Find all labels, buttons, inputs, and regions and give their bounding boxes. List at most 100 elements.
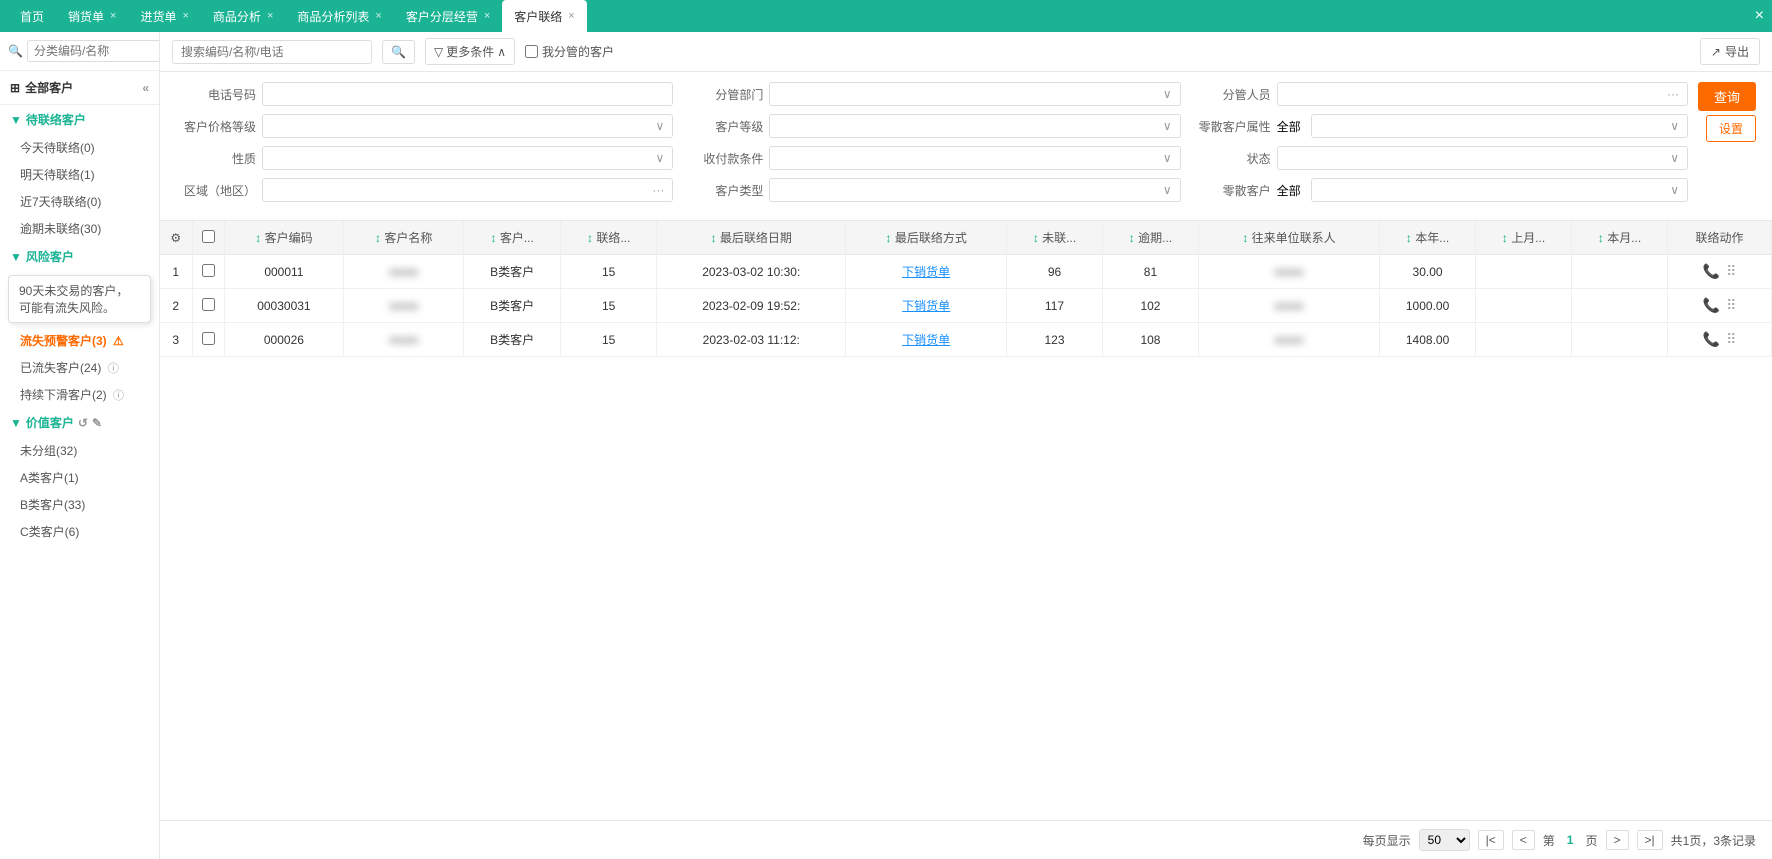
tab-bar: 首页 销货单 × 进货单 × 商品分析 × 商品分析列表 × 客户分层经营 × … [0, 0, 1772, 32]
collapse-btn[interactable]: « [142, 81, 149, 95]
refresh-icon[interactable]: ↺ [78, 416, 88, 430]
zero-attr-select[interactable]: ∨ [1311, 114, 1688, 138]
row-last-method[interactable]: 下销货单 [846, 255, 1007, 289]
sidebar-item-churned[interactable]: 已流失客户(24) ⓘ [0, 354, 159, 381]
phone-action-icon[interactable]: 📞 [1703, 297, 1720, 314]
last-page-btn[interactable]: >| [1637, 830, 1663, 850]
sidebar-item-b-class[interactable]: B类客户(33) [0, 491, 159, 518]
cust-type-select[interactable]: ∨ [769, 178, 1180, 202]
export-button[interactable]: ↗ 导出 [1700, 38, 1760, 65]
sidebar-item-tomorrow[interactable]: 明天待联络(1) [0, 161, 159, 188]
tab-close-customer-tier[interactable]: × [484, 10, 490, 22]
row-last-method[interactable]: 下销货单 [846, 323, 1007, 357]
cust-level-select[interactable]: ∨ [769, 114, 1180, 138]
sidebar-group-pending[interactable]: ▼ 待联络客户 [0, 105, 159, 134]
arrow-icon: ▼ [10, 113, 22, 127]
phone-action-icon[interactable]: 📞 [1703, 263, 1720, 280]
col-action: 联络动作 [1668, 221, 1772, 255]
search-btn-icon: 🔍 [391, 45, 406, 59]
row-select-checkbox[interactable] [202, 298, 215, 311]
more-action-icon[interactable]: ⠿ [1726, 331, 1736, 348]
sidebar-item-a-class[interactable]: A类客户(1) [0, 464, 159, 491]
tab-bar-close[interactable]: × [1755, 7, 1764, 25]
tab-product-analysis[interactable]: 商品分析 × [201, 0, 285, 32]
phone-input[interactable] [262, 82, 673, 106]
sidebar-item-week[interactable]: 近7天待联络(0) [0, 188, 159, 215]
payment-select[interactable]: ∨ [769, 146, 1180, 170]
gender-select[interactable]: ∨ [262, 146, 673, 170]
sidebar-item-declining[interactable]: 持续下滑客户(2) ⓘ [0, 381, 159, 408]
sidebar-group-value[interactable]: ▼ 价值客户 ↺ ✎ [0, 408, 159, 437]
row-actions[interactable]: 📞⠿ [1668, 255, 1772, 289]
edit-icon[interactable]: ✎ [92, 416, 102, 430]
tab-customer-contact[interactable]: 客户联络 × [502, 0, 586, 32]
col-settings[interactable]: ⚙ [160, 221, 192, 255]
tab-close-customer-contact[interactable]: × [568, 10, 574, 22]
filter-row-3: 性质 ∨ 收付款条件 ∨ [176, 146, 1688, 170]
tab-close-purchase[interactable]: × [182, 10, 188, 22]
tab-close-product-analysis[interactable]: × [267, 10, 273, 22]
row-checkbox[interactable] [192, 255, 224, 289]
sidebar-item-ungrouped[interactable]: 未分组(32) [0, 437, 159, 464]
row-checkbox[interactable] [192, 289, 224, 323]
my-customers-checkbox[interactable] [525, 45, 538, 58]
zero-cust-arrow: ∨ [1670, 183, 1679, 197]
sort-icon-year: ↕ [1406, 231, 1412, 245]
col-last-month: ↕ 上月... [1476, 221, 1572, 255]
search-button[interactable]: 🔍 [382, 40, 415, 64]
filter-bar: 🔍 ▽ 更多条件 ∧ 我分管的客户 ↗ 导出 [160, 32, 1772, 72]
row-this-month [1572, 255, 1668, 289]
row-actions[interactable]: 📞⠿ [1668, 323, 1772, 357]
next-page-btn[interactable]: > [1606, 830, 1629, 850]
dept-select[interactable]: ∨ [769, 82, 1180, 106]
select-all-checkbox[interactable] [202, 230, 215, 243]
region-select[interactable]: ··· [262, 178, 673, 202]
sidebar-item-today[interactable]: 今天待联络(0) [0, 134, 159, 161]
phone-action-icon[interactable]: 📞 [1703, 331, 1720, 348]
row-select-checkbox[interactable] [202, 264, 215, 277]
search-input[interactable] [172, 40, 372, 64]
prev-page-btn[interactable]: < [1512, 830, 1535, 850]
warning-icon: ⚠ [113, 334, 124, 348]
my-customers-checkbox-label[interactable]: 我分管的客户 [525, 43, 614, 60]
tab-close-product-list[interactable]: × [375, 10, 381, 22]
tab-customer-tier[interactable]: 客户分层经营 × [394, 0, 502, 32]
filter-customer-type: 客户类型 ∨ [683, 178, 1180, 202]
sidebar-item-overdue[interactable]: 逾期未联络(30) [0, 215, 159, 242]
manager-select[interactable]: ··· [1277, 82, 1688, 106]
price-level-select[interactable]: ∨ [262, 114, 673, 138]
settings-icon[interactable]: ⚙ [170, 231, 181, 245]
sort-icon-contact: ↕ [587, 231, 593, 245]
tab-close-sales[interactable]: × [110, 10, 116, 22]
sidebar-all-customers[interactable]: ⊞ 全部客户 « [0, 71, 159, 105]
page-label: 第 [1543, 832, 1555, 849]
row-actions[interactable]: 📞⠿ [1668, 289, 1772, 323]
sidebar-search-input[interactable] [27, 40, 160, 62]
settings-button[interactable]: 设置 [1706, 115, 1756, 142]
more-region-icon: ··· [652, 183, 664, 197]
sidebar-item-churn-warning[interactable]: 流失预警客户(3) ⚠ [0, 327, 159, 354]
tab-home[interactable]: 首页 [8, 0, 56, 32]
tab-product-list[interactable]: 商品分析列表 × [285, 0, 393, 32]
row-select-checkbox[interactable] [202, 332, 215, 345]
query-button[interactable]: 查询 [1698, 82, 1756, 111]
tab-purchase[interactable]: 进货单 × [128, 0, 200, 32]
row-last-method[interactable]: 下销货单 [846, 289, 1007, 323]
more-action-icon[interactable]: ⠿ [1726, 263, 1736, 280]
sort-icon-method: ↕ [886, 231, 892, 245]
sidebar-item-c-class[interactable]: C类客户(6) [0, 518, 159, 545]
status-select[interactable]: ∨ [1277, 146, 1688, 170]
row-checkbox[interactable] [192, 323, 224, 357]
last-method-link[interactable]: 下销货单 [902, 333, 950, 347]
last-method-link[interactable]: 下销货单 [902, 299, 950, 313]
sidebar-group-risk[interactable]: ▼ 风险客户 [0, 242, 159, 271]
more-action-icon[interactable]: ⠿ [1726, 297, 1736, 314]
per-page-select[interactable]: 50 100 [1419, 829, 1470, 851]
first-page-btn[interactable]: |< [1478, 830, 1504, 850]
col-checkbox[interactable] [192, 221, 224, 255]
last-method-link[interactable]: 下销货单 [902, 265, 950, 279]
row-name: ■■■■ [344, 323, 464, 357]
zero-cust-select[interactable]: ∨ [1311, 178, 1688, 202]
more-conditions-btn[interactable]: ▽ 更多条件 ∧ [425, 38, 515, 65]
tab-sales[interactable]: 销货单 × [56, 0, 128, 32]
